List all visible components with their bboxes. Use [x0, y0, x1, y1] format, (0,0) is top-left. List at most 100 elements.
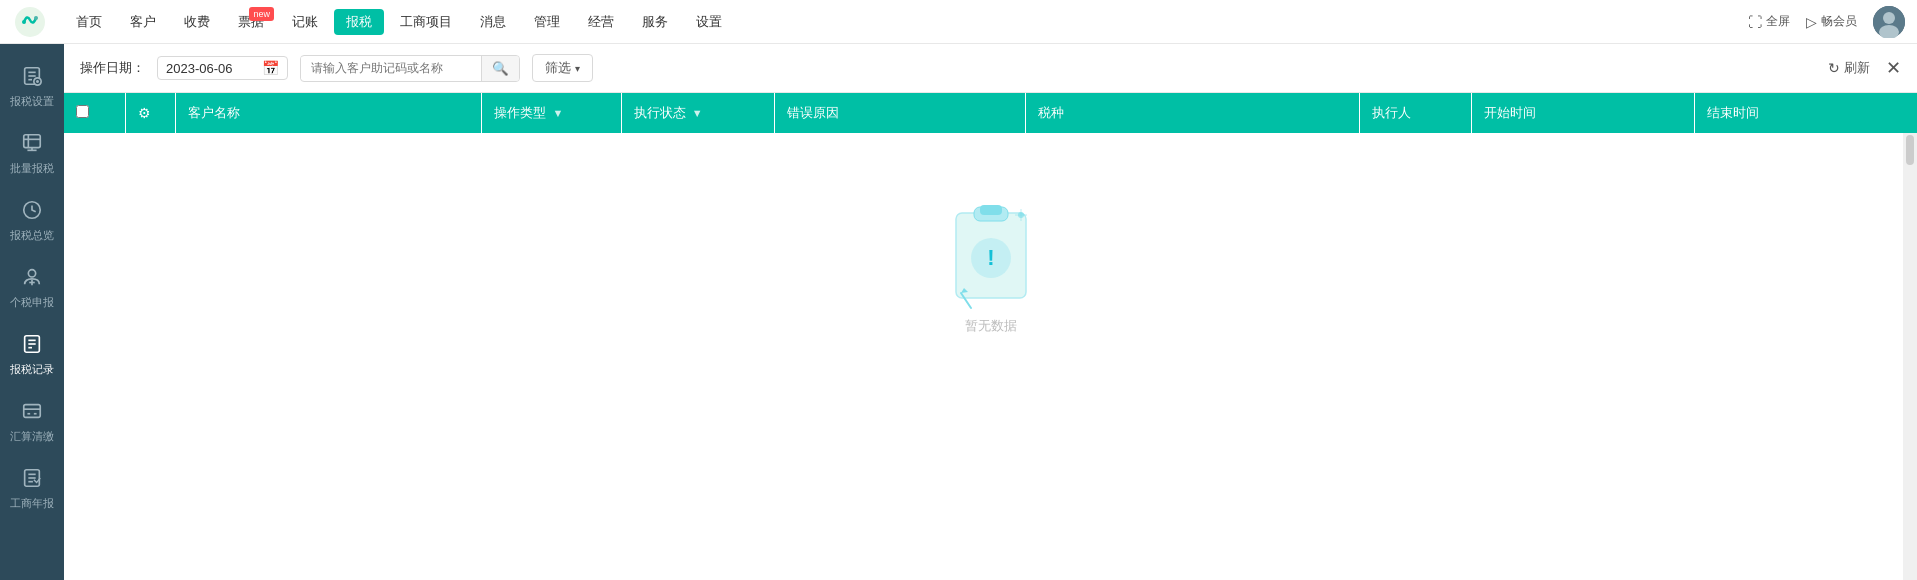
nav-item-service[interactable]: 服务 — [630, 9, 680, 35]
date-label: 操作日期： — [80, 59, 145, 77]
refresh-button[interactable]: ↻ 刷新 — [1828, 59, 1870, 77]
nav-item-clients[interactable]: 客户 — [118, 9, 168, 35]
th-op-type: 操作类型 ▼ — [482, 93, 621, 133]
refresh-icon: ↻ — [1828, 60, 1840, 76]
th-executor-label: 执行人 — [1372, 105, 1411, 120]
sidebar-item-tax-overview[interactable]: 报税总览 — [0, 186, 64, 253]
exec-status-filter-icon[interactable]: ▼ — [692, 107, 703, 119]
th-error-reason-label: 错误原因 — [787, 105, 839, 120]
empty-state: ! 暂无数据 — [64, 133, 1917, 375]
th-tax-type: 税种 — [1025, 93, 1359, 133]
filter-button[interactable]: 筛选 ▾ — [532, 54, 593, 82]
nav-item-home[interactable]: 首页 — [64, 9, 114, 35]
nav-item-invoice[interactable]: 票据 new — [226, 9, 276, 35]
nav-item-operations[interactable]: 经营 — [576, 9, 626, 35]
table-container: ⚙ 客户名称 操作类型 ▼ 执 — [64, 93, 1917, 580]
toolbar: 操作日期： 📅 🔍 筛选 ▾ ↻ 刷新 ✕ — [64, 44, 1917, 93]
empty-state-row: ! 暂无数据 — [64, 133, 1917, 375]
svg-point-4 — [1883, 12, 1895, 24]
search-button[interactable]: 🔍 — [481, 56, 519, 81]
close-button[interactable]: ✕ — [1886, 59, 1901, 77]
th-gear[interactable]: ⚙ — [125, 93, 175, 133]
th-op-type-label: 操作类型 — [494, 104, 546, 122]
empty-state-text: 暂无数据 — [965, 317, 1017, 335]
sidebar-item-personal-tax[interactable]: 个税申报 — [0, 253, 64, 320]
fullscreen-btn[interactable]: ⛶ 全屏 — [1748, 13, 1790, 30]
vip-btn[interactable]: ▷ 畅会员 — [1806, 13, 1857, 30]
select-all-checkbox[interactable] — [76, 105, 89, 118]
content-area: 操作日期： 📅 🔍 筛选 ▾ ↻ 刷新 ✕ — [64, 44, 1917, 580]
th-client-name: 客户名称 — [175, 93, 482, 133]
top-navigation: 首页 客户 收费 票据 new 记账 报税 工商项目 消息 管理 经营 服务 设… — [0, 0, 1917, 44]
main-layout: 报税设置 批量报税 报税总览 — [0, 44, 1917, 580]
sidebar-item-tax-records-label: 报税记录 — [10, 362, 54, 377]
nav-item-messages[interactable]: 消息 — [468, 9, 518, 35]
toolbar-right: ↻ 刷新 ✕ — [1828, 59, 1901, 77]
tax-settings-icon — [18, 62, 46, 90]
empty-state-cell: ! 暂无数据 — [64, 133, 1917, 375]
th-executor: 执行人 — [1360, 93, 1471, 133]
vip-label: 畅会员 — [1821, 13, 1857, 30]
search-input[interactable] — [301, 57, 481, 79]
nav-item-billing[interactable]: 收费 — [172, 9, 222, 35]
filter-label: 筛选 — [545, 59, 571, 77]
svg-text:!: ! — [987, 245, 994, 270]
date-input-wrap[interactable]: 📅 — [157, 56, 288, 80]
settlement-icon — [18, 397, 46, 425]
svg-rect-26 — [24, 405, 41, 418]
top-nav-right: ⛶ 全屏 ▷ 畅会员 — [1748, 6, 1905, 38]
app-logo[interactable] — [12, 4, 48, 40]
th-tax-type-label: 税种 — [1038, 105, 1064, 120]
sidebar-item-bulk-tax-label: 批量报税 — [10, 161, 54, 176]
svg-rect-36 — [980, 205, 1002, 215]
th-client-label: 客户名称 — [188, 105, 240, 120]
data-table: ⚙ 客户名称 操作类型 ▼ 执 — [64, 93, 1917, 375]
sidebar-item-tax-overview-label: 报税总览 — [10, 228, 54, 243]
calendar-icon: 📅 — [262, 60, 279, 76]
svg-point-2 — [34, 16, 38, 20]
th-exec-status: 执行状态 ▼ — [621, 93, 774, 133]
nav-item-settings[interactable]: 设置 — [684, 9, 734, 35]
personal-tax-icon — [18, 263, 46, 291]
nav-items: 首页 客户 收费 票据 new 记账 报税 工商项目 消息 管理 经营 服务 设… — [64, 9, 1748, 35]
th-exec-status-label: 执行状态 — [634, 104, 686, 122]
sidebar: 报税设置 批量报税 报税总览 — [0, 44, 64, 580]
fullscreen-label: 全屏 — [1766, 13, 1790, 30]
scroll-thumb — [1906, 135, 1914, 165]
nav-item-bizproject[interactable]: 工商项目 — [388, 9, 464, 35]
tax-overview-icon — [18, 196, 46, 224]
date-input[interactable] — [166, 61, 256, 76]
sidebar-item-bulk-tax[interactable]: 批量报税 — [0, 119, 64, 186]
th-checkbox[interactable] — [64, 93, 125, 133]
scroll-indicator[interactable] — [1903, 133, 1917, 580]
th-end-time-label: 结束时间 — [1707, 105, 1759, 120]
nav-item-tax[interactable]: 报税 — [334, 9, 384, 35]
sidebar-item-annual-report-label: 工商年报 — [10, 496, 54, 511]
search-wrap: 🔍 — [300, 55, 520, 82]
nav-item-manage[interactable]: 管理 — [522, 9, 572, 35]
table-body: ! 暂无数据 — [64, 133, 1917, 375]
sidebar-item-tax-settings-label: 报税设置 — [10, 94, 54, 109]
annual-report-icon — [18, 464, 46, 492]
bulk-tax-icon — [18, 129, 46, 157]
th-end-time: 结束时间 — [1694, 93, 1917, 133]
chevron-down-icon: ▾ — [575, 63, 580, 74]
refresh-label: 刷新 — [1844, 59, 1870, 77]
gear-icon: ⚙ — [138, 105, 151, 121]
sidebar-item-annual-report[interactable]: 工商年报 — [0, 454, 64, 521]
svg-rect-13 — [24, 135, 41, 148]
sidebar-item-tax-settings[interactable]: 报税设置 — [0, 52, 64, 119]
user-avatar[interactable] — [1873, 6, 1905, 38]
nav-item-accounting[interactable]: 记账 — [280, 9, 330, 35]
new-badge: new — [249, 7, 274, 22]
search-icon: 🔍 — [492, 61, 509, 76]
th-error-reason: 错误原因 — [775, 93, 1026, 133]
fullscreen-icon: ⛶ — [1748, 14, 1762, 30]
sidebar-item-tax-records[interactable]: 报税记录 — [0, 320, 64, 387]
th-start-time-label: 开始时间 — [1484, 105, 1536, 120]
svg-point-1 — [22, 20, 26, 24]
sidebar-item-settlement[interactable]: 汇算清缴 — [0, 387, 64, 454]
sidebar-item-settlement-label: 汇算清缴 — [10, 429, 54, 444]
op-type-filter-icon[interactable]: ▼ — [552, 107, 563, 119]
table-header-row: ⚙ 客户名称 操作类型 ▼ 执 — [64, 93, 1917, 133]
